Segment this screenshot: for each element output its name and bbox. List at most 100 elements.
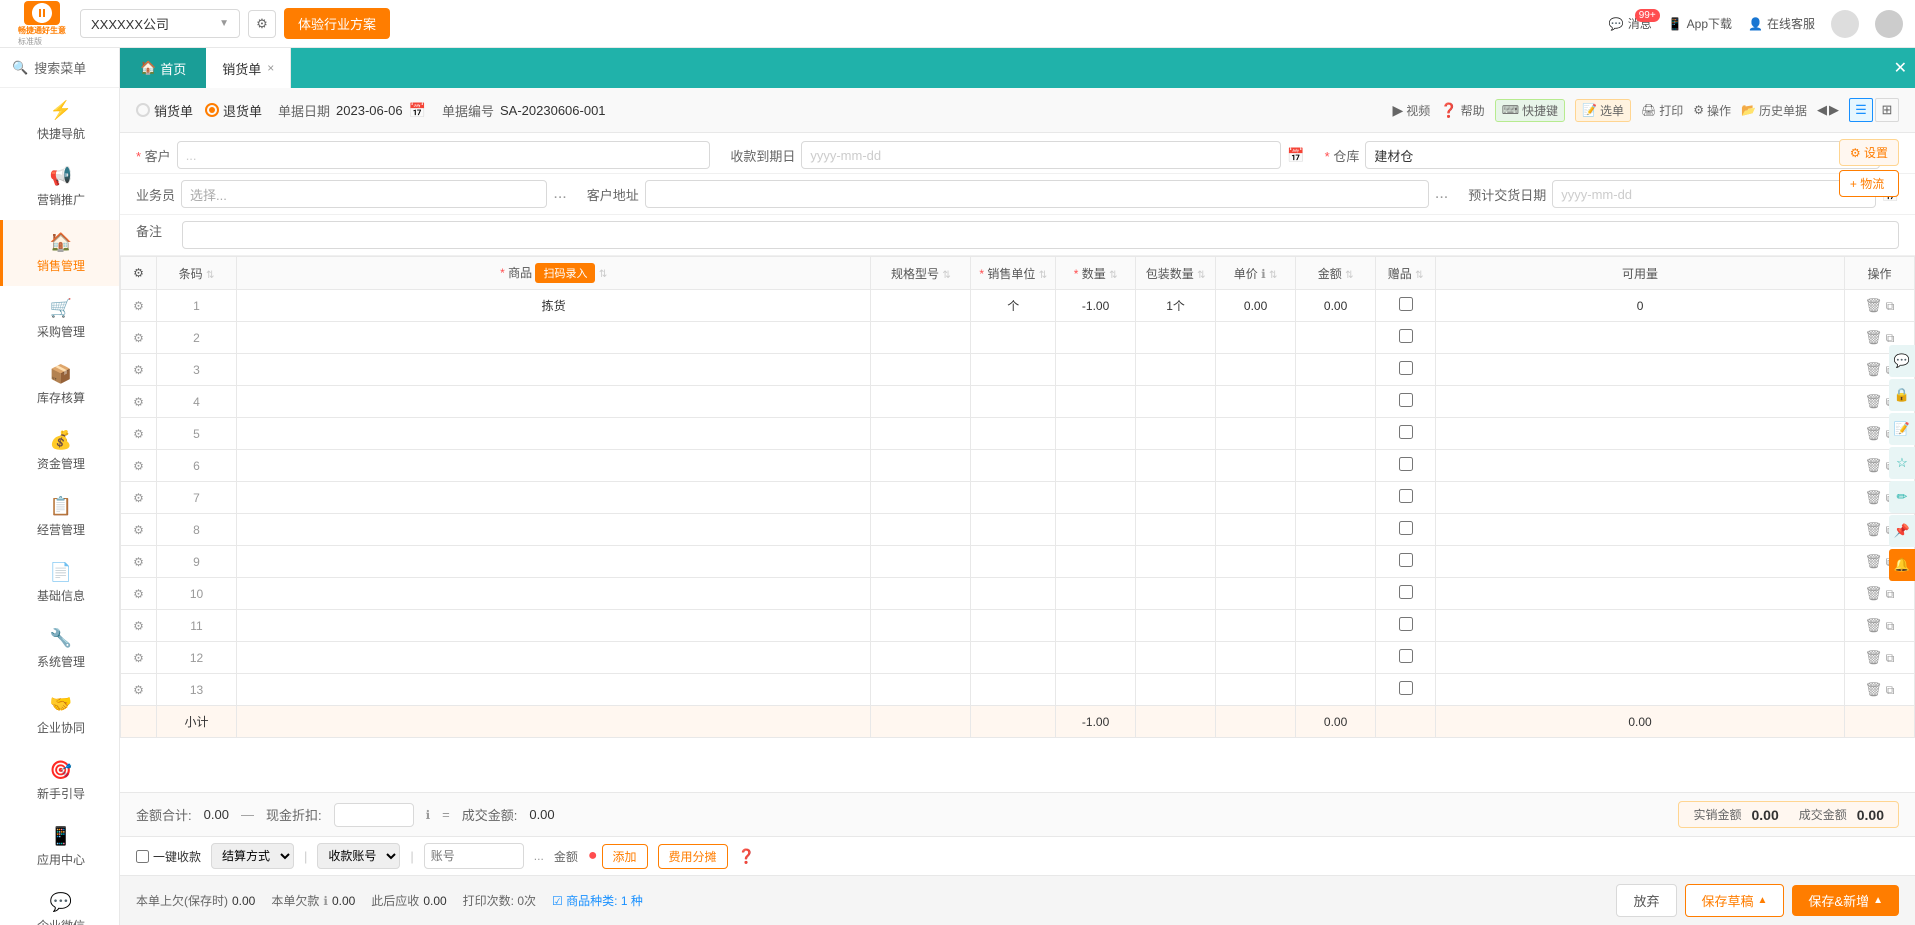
row-copy-button[interactable]: ⧉ [1886, 683, 1895, 698]
cell-amount[interactable] [1296, 514, 1376, 546]
row-copy-button[interactable]: ⧉ [1886, 299, 1895, 314]
avatar[interactable] [1831, 10, 1859, 38]
next-icon[interactable]: ▶ [1829, 102, 1839, 118]
barcode-sort-icon[interactable]: ⇅ [206, 270, 214, 281]
cell-amount[interactable] [1296, 482, 1376, 514]
close-window-icon[interactable]: ✕ [1894, 58, 1907, 78]
cell-product[interactable] [237, 642, 871, 674]
amount-input[interactable] [424, 843, 524, 869]
th-product[interactable]: * 商品 扫码录入 ⇅ [237, 257, 871, 290]
row-settings-icon[interactable]: ⚙ [133, 523, 144, 537]
cell-price[interactable] [1216, 386, 1296, 418]
action-help[interactable]: ❓ 帮助 [1440, 102, 1484, 119]
gift-checkbox[interactable] [1399, 553, 1413, 567]
product-type-info[interactable]: ☑ 商品种类: 1 种 [552, 892, 643, 909]
cell-gift[interactable] [1376, 514, 1436, 546]
tab-sales-order[interactable]: 销货单 × [206, 48, 291, 88]
cell-amount[interactable] [1296, 450, 1376, 482]
cell-qty[interactable] [1056, 674, 1136, 706]
cell-product[interactable]: 拣货 [237, 290, 871, 322]
cell-pkgqty[interactable] [1136, 386, 1216, 418]
cell-pkgqty[interactable] [1136, 610, 1216, 642]
cell-price[interactable] [1216, 482, 1296, 514]
cell-gift[interactable] [1376, 610, 1436, 642]
th-amount[interactable]: 金额 ⇅ [1296, 257, 1376, 290]
row-delete-button[interactable]: 🗑 [1865, 425, 1883, 442]
gift-checkbox[interactable] [1399, 617, 1413, 631]
save-draft-button[interactable]: 保存草稿 ▲ [1685, 884, 1785, 917]
add-button[interactable]: 添加 [602, 844, 648, 869]
radio-sales-order[interactable]: 销货单 [136, 101, 193, 120]
cell-amount[interactable] [1296, 674, 1376, 706]
sidebar-item-inventory[interactable]: 📦 库存核算 [0, 352, 119, 418]
tab-close-icon[interactable]: × [267, 61, 274, 75]
gift-checkbox[interactable] [1399, 649, 1413, 663]
date-calendar-icon[interactable]: 📅 [409, 102, 426, 119]
sidebar-item-apps[interactable]: 📱 应用中心 [0, 814, 119, 880]
product-sort-icon[interactable]: ⇅ [599, 269, 607, 280]
customer-addr-input[interactable] [645, 180, 1429, 208]
row-settings-icon[interactable]: ⚙ [133, 619, 144, 633]
gift-checkbox[interactable] [1399, 329, 1413, 343]
row-settings-icon[interactable]: ⚙ [133, 459, 144, 473]
row-delete-button[interactable]: 🗑 [1865, 329, 1883, 346]
radio-return-order[interactable]: 退货单 [205, 101, 262, 120]
cell-pkgqty[interactable] [1136, 514, 1216, 546]
cell-product[interactable] [237, 674, 871, 706]
sidebar-item-marketing[interactable]: 📢 营销推广 [0, 154, 119, 220]
cell-pkgqty[interactable] [1136, 322, 1216, 354]
cell-price[interactable] [1216, 578, 1296, 610]
cell-product[interactable] [237, 354, 871, 386]
sidebar-item-quick-nav[interactable]: ⚡ 快捷导航 [0, 88, 119, 154]
cell-unit[interactable] [971, 514, 1056, 546]
gift-checkbox[interactable] [1399, 393, 1413, 407]
expense-help-icon[interactable]: ❓ [738, 848, 755, 865]
view-grid-btn[interactable]: ⊞ [1875, 98, 1899, 122]
gift-checkbox[interactable] [1399, 681, 1413, 695]
delivery-date-input[interactable]: yyyy-mm-dd [1552, 180, 1875, 208]
sidebar-item-collab[interactable]: 🤝 企业协同 [0, 682, 119, 748]
row-settings-icon[interactable]: ⚙ [133, 363, 144, 377]
cell-gift[interactable] [1376, 322, 1436, 354]
cell-unit[interactable]: 个 [971, 290, 1056, 322]
cell-spec[interactable] [871, 642, 971, 674]
cell-amount[interactable] [1296, 546, 1376, 578]
cell-unit[interactable] [971, 578, 1056, 610]
account-select[interactable]: 收款账号 [317, 843, 400, 869]
cell-spec[interactable] [871, 514, 971, 546]
cell-gift[interactable] [1376, 546, 1436, 578]
cell-pkgqty[interactable] [1136, 546, 1216, 578]
cell-price[interactable] [1216, 322, 1296, 354]
warehouse-input[interactable]: 建材仓 [1365, 141, 1879, 169]
qty-sort-icon[interactable]: ⇅ [1109, 270, 1117, 281]
cell-unit[interactable] [971, 386, 1056, 418]
cell-amount[interactable] [1296, 578, 1376, 610]
row-settings-icon[interactable]: ⚙ [133, 427, 144, 441]
cell-product[interactable] [237, 610, 871, 642]
logistics-side-btn[interactable]: + 物流 [1839, 170, 1899, 197]
row-settings-icon[interactable]: ⚙ [133, 491, 144, 505]
cell-price[interactable] [1216, 354, 1296, 386]
cell-spec[interactable] [871, 290, 971, 322]
cell-gift[interactable] [1376, 290, 1436, 322]
cell-spec[interactable] [871, 482, 971, 514]
online-service-button[interactable]: 👤 在线客服 [1748, 15, 1815, 32]
row-delete-button[interactable]: 🗑 [1865, 617, 1883, 634]
cell-product[interactable] [237, 418, 871, 450]
cell-price[interactable] [1216, 674, 1296, 706]
scan-button[interactable]: 扫码录入 [535, 263, 595, 283]
cell-product[interactable] [237, 578, 871, 610]
cell-price[interactable] [1216, 418, 1296, 450]
spec-sort-icon[interactable]: ⇅ [942, 270, 950, 281]
cell-price[interactable] [1216, 450, 1296, 482]
cell-qty[interactable] [1056, 642, 1136, 674]
cell-qty[interactable] [1056, 610, 1136, 642]
cell-pkgqty[interactable]: 1个 [1136, 290, 1216, 322]
cell-amount[interactable] [1296, 610, 1376, 642]
cell-spec[interactable] [871, 354, 971, 386]
discount-info-icon[interactable]: ℹ [426, 808, 431, 822]
row-delete-button[interactable]: 🗑 [1865, 585, 1883, 602]
cell-pkgqty[interactable] [1136, 674, 1216, 706]
sidebar-item-system[interactable]: 🔧 系统管理 [0, 616, 119, 682]
ellipsis-account[interactable]: ... [534, 849, 544, 863]
